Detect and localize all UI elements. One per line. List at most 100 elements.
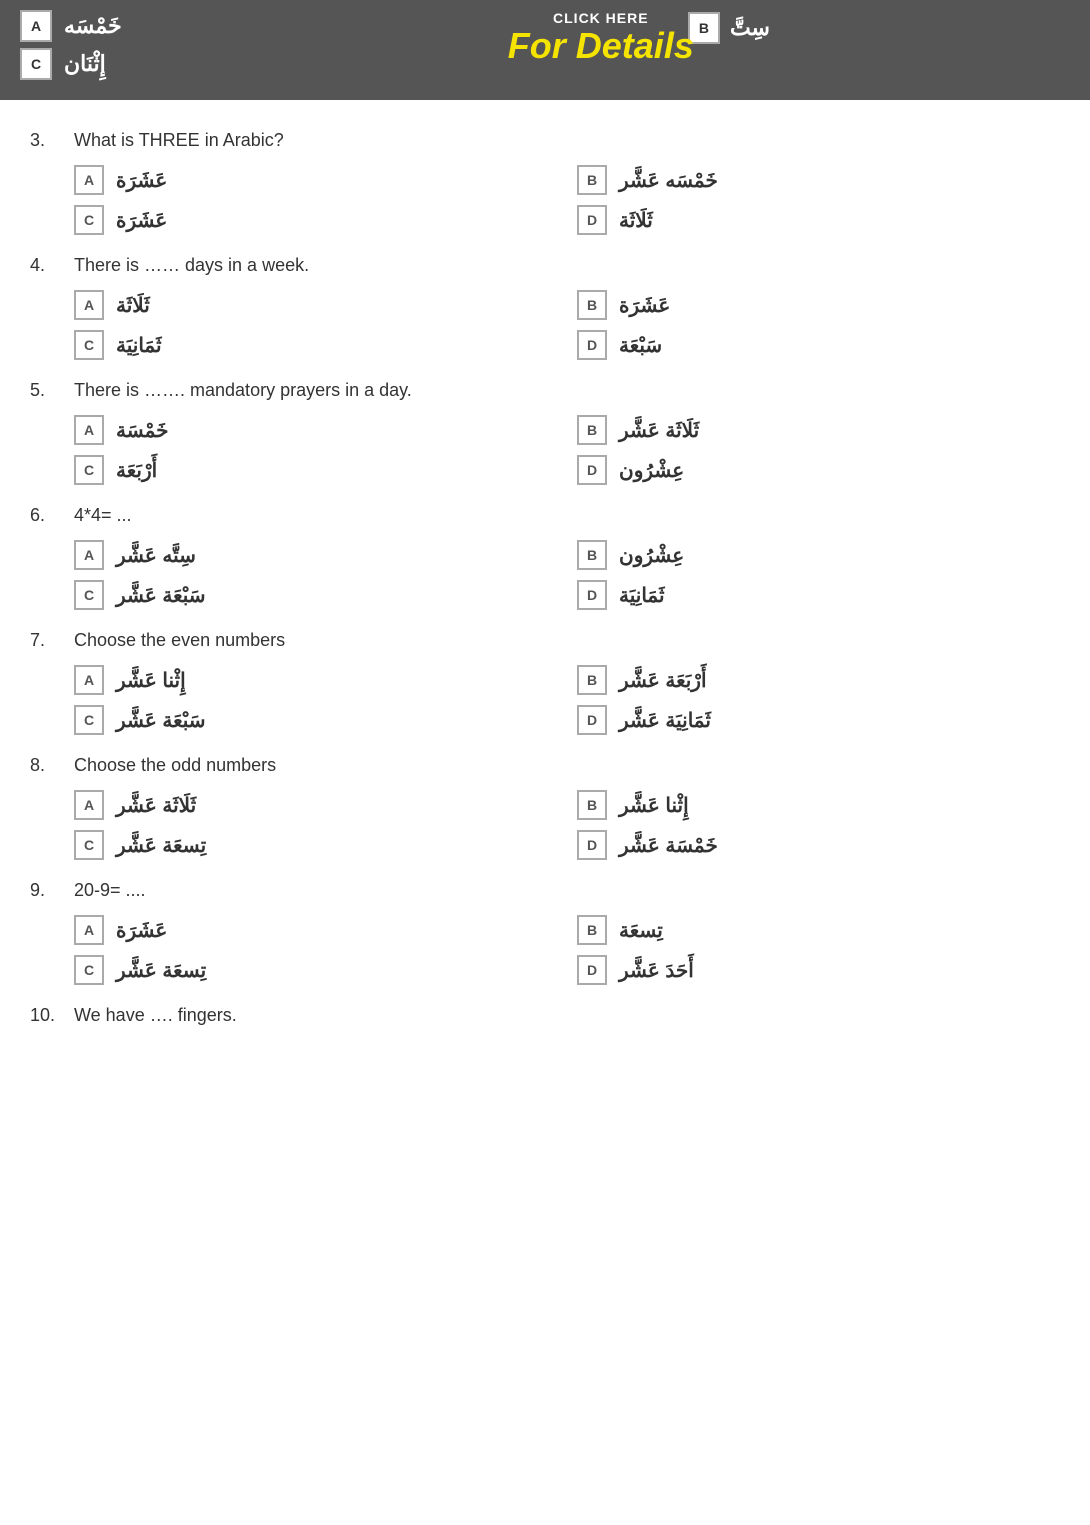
q6-option-c-box[interactable]: C — [74, 580, 104, 610]
q6-option-d[interactable]: D ثَمَانِيَة — [577, 580, 1060, 610]
question-8-text: Choose the odd numbers — [74, 755, 276, 776]
q9-option-b[interactable]: B تِسعَة — [577, 915, 1060, 945]
q8-option-a-text: ثَلَاثَة عَشَّر — [116, 793, 196, 818]
q3-option-b-box[interactable]: B — [577, 165, 607, 195]
q7-option-d[interactable]: D ثَمَانِيَة عَشَّر — [577, 705, 1060, 735]
q3-option-b[interactable]: B خَمْسَه عَشَّر — [577, 165, 1060, 195]
question-6-block: 6. 4*4= ... A سِتَّه عَشَّر B عِشْرُون C… — [30, 505, 1060, 610]
question-8-header: 8. Choose the odd numbers — [30, 755, 1060, 776]
q3-option-a-box[interactable]: A — [74, 165, 104, 195]
q9-option-a-box[interactable]: A — [74, 915, 104, 945]
question-6-header: 6. 4*4= ... — [30, 505, 1060, 526]
question-5-text: There is ……. mandatory prayers in a day. — [74, 380, 412, 401]
question-7-number: 7. — [30, 630, 58, 651]
question-4-block: 4. There is …… days in a week. A ثَلَاثَ… — [30, 255, 1060, 360]
q6-option-b-box[interactable]: B — [577, 540, 607, 570]
q6-option-a[interactable]: A سِتَّه عَشَّر — [74, 540, 557, 570]
q9-option-d-text: أَحَدَ عَشَّر — [619, 958, 694, 983]
q3-option-a[interactable]: A عَشَرَة — [74, 165, 557, 195]
q3-option-c-box[interactable]: C — [74, 205, 104, 235]
question-8-number: 8. — [30, 755, 58, 776]
q8-option-c[interactable]: C تِسعَة عَشَّر — [74, 830, 557, 860]
question-3-options: A عَشَرَة B خَمْسَه عَشَّر C عَشَرَة D ث… — [30, 165, 1060, 235]
q6-option-c-text: سَبْعَة عَشَّر — [116, 583, 206, 608]
q4-option-d[interactable]: D سَبْعَة — [577, 330, 1060, 360]
question-10-header: 10. We have …. fingers. — [30, 1005, 1060, 1026]
q7-option-a-box[interactable]: A — [74, 665, 104, 695]
header-bar: A خَمْسَه C إِثْنَان B سِتَّ CLICK HERE … — [0, 0, 1090, 100]
q3-option-d[interactable]: D ثَلَاثَة — [577, 205, 1060, 235]
q3-option-c[interactable]: C عَشَرَة — [74, 205, 557, 235]
q9-option-b-box[interactable]: B — [577, 915, 607, 945]
q4-option-a-box[interactable]: A — [74, 290, 104, 320]
q6-option-d-text: ثَمَانِيَة — [619, 583, 665, 608]
question-3-number: 3. — [30, 130, 58, 151]
q6-option-a-box[interactable]: A — [74, 540, 104, 570]
question-8-block: 8. Choose the odd numbers A ثَلَاثَة عَش… — [30, 755, 1060, 860]
click-here-top-text: CLICK HERE — [508, 10, 694, 26]
q6-option-c[interactable]: C سَبْعَة عَشَّر — [74, 580, 557, 610]
q5-option-d-box[interactable]: D — [577, 455, 607, 485]
q4-option-b[interactable]: B عَشَرَة — [577, 290, 1060, 320]
q6-option-b[interactable]: B عِشْرُون — [577, 540, 1060, 570]
question-5-block: 5. There is ……. mandatory prayers in a d… — [30, 380, 1060, 485]
q9-option-d[interactable]: D أَحَدَ عَشَّر — [577, 955, 1060, 985]
q4-option-a-text: ثَلَاثَة — [116, 293, 150, 318]
header-option-b: B سِتَّ — [688, 12, 770, 44]
q6-option-b-text: عِشْرُون — [619, 543, 684, 568]
click-here-banner[interactable]: CLICK HERE For Details — [508, 10, 694, 66]
q4-option-c-box[interactable]: C — [74, 330, 104, 360]
question-4-text: There is …… days in a week. — [74, 255, 309, 276]
q5-option-d[interactable]: D عِشْرُون — [577, 455, 1060, 485]
question-5-header: 5. There is ……. mandatory prayers in a d… — [30, 380, 1060, 401]
question-9-block: 9. 20-9= .... A عَشَرَة B تِسعَة C تِسعَ… — [30, 880, 1060, 985]
q8-option-b[interactable]: B إِثْنا عَشَّر — [577, 790, 1060, 820]
q5-option-c[interactable]: C أَرْبَعَة — [74, 455, 557, 485]
q9-option-d-box[interactable]: D — [577, 955, 607, 985]
header-option-a-box[interactable]: A — [20, 10, 52, 42]
q7-option-a[interactable]: A إِثْنا عَشَّر — [74, 665, 557, 695]
header-option-c-box[interactable]: C — [20, 48, 52, 80]
q8-option-d-text: خَمْسَة عَشَّر — [619, 833, 718, 858]
q6-option-d-box[interactable]: D — [577, 580, 607, 610]
q7-option-b[interactable]: B أَرْبَعَة عَشَّر — [577, 665, 1060, 695]
q4-option-b-box[interactable]: B — [577, 290, 607, 320]
q5-option-c-box[interactable]: C — [74, 455, 104, 485]
q8-option-b-box[interactable]: B — [577, 790, 607, 820]
q8-option-c-box[interactable]: C — [74, 830, 104, 860]
q5-option-b-text: ثَلَاثَة عَشَّر — [619, 418, 699, 443]
question-3-header: 3. What is THREE in Arabic? — [30, 130, 1060, 151]
q9-option-c[interactable]: C تِسعَة عَشَّر — [74, 955, 557, 985]
q7-option-c[interactable]: C سَبْعَة عَشَّر — [74, 705, 557, 735]
q6-option-a-text: سِتَّه عَشَّر — [116, 543, 196, 568]
question-10-number: 10. — [30, 1005, 58, 1026]
q4-option-d-box[interactable]: D — [577, 330, 607, 360]
q8-option-d[interactable]: D خَمْسَة عَشَّر — [577, 830, 1060, 860]
q5-option-b[interactable]: B ثَلَاثَة عَشَّر — [577, 415, 1060, 445]
q9-option-a[interactable]: A عَشَرَة — [74, 915, 557, 945]
question-6-text: 4*4= ... — [74, 505, 132, 526]
q9-option-c-box[interactable]: C — [74, 955, 104, 985]
q4-option-c[interactable]: C ثَمَانِيَة — [74, 330, 557, 360]
q5-option-b-box[interactable]: B — [577, 415, 607, 445]
q4-option-a[interactable]: A ثَلَاثَة — [74, 290, 557, 320]
question-7-text: Choose the even numbers — [74, 630, 285, 651]
q7-option-b-box[interactable]: B — [577, 665, 607, 695]
q3-option-a-text: عَشَرَة — [116, 168, 167, 193]
q5-option-a-box[interactable]: A — [74, 415, 104, 445]
q4-option-d-text: سَبْعَة — [619, 333, 662, 358]
q7-option-c-box[interactable]: C — [74, 705, 104, 735]
q8-option-a-box[interactable]: A — [74, 790, 104, 820]
header-option-c-text: إِثْنَان — [64, 51, 106, 77]
q8-option-a[interactable]: A ثَلَاثَة عَشَّر — [74, 790, 557, 820]
question-6-options: A سِتَّه عَشَّر B عِشْرُون C سَبْعَة عَش… — [30, 540, 1060, 610]
question-10-block: 10. We have …. fingers. — [30, 1005, 1060, 1026]
q8-option-d-box[interactable]: D — [577, 830, 607, 860]
question-10-text: We have …. fingers. — [74, 1005, 237, 1026]
content-area: 3. What is THREE in Arabic? A عَشَرَة B … — [0, 100, 1090, 1076]
question-4-header: 4. There is …… days in a week. — [30, 255, 1060, 276]
q7-option-d-box[interactable]: D — [577, 705, 607, 735]
question-7-options: A إِثْنا عَشَّر B أَرْبَعَة عَشَّر C سَب… — [30, 665, 1060, 735]
q5-option-a[interactable]: A خَمْسَة — [74, 415, 557, 445]
q3-option-d-box[interactable]: D — [577, 205, 607, 235]
